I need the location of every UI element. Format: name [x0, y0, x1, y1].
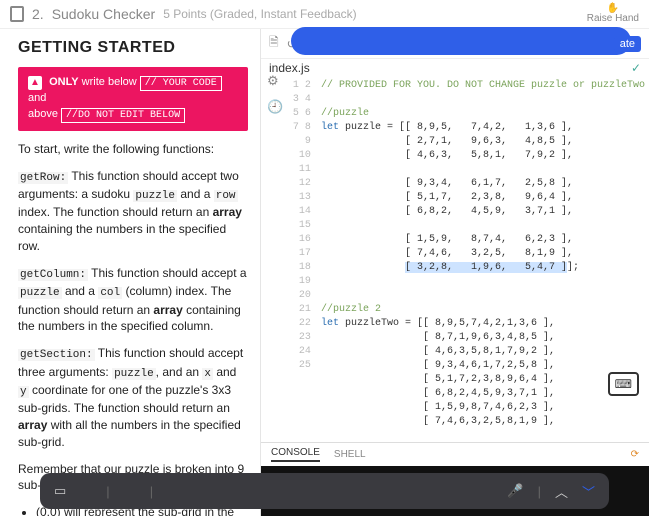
partial-button[interactable]: ate	[614, 36, 641, 52]
divider: |	[106, 484, 109, 499]
tab-console[interactable]: CONSOLE	[271, 447, 320, 462]
document-icon	[10, 6, 24, 22]
heading-getting-started: GETTING STARTED	[18, 37, 248, 59]
annotation-scribble	[291, 27, 631, 55]
top-bar: 2. Sudoku Checker 5 Points (Graded, Inst…	[0, 0, 649, 29]
warning-banner: ▲ ONLY write below // YOUR CODE and abov…	[18, 67, 248, 130]
tab-shell[interactable]: SHELL	[334, 449, 366, 460]
warning-icon: ▲	[28, 76, 42, 90]
intro-text: To start, write the following functions:	[18, 141, 248, 158]
side-toolbar: ⚙ 🕘	[267, 73, 283, 115]
mic-icon[interactable]: 🎤	[507, 483, 523, 499]
line-gutter: 1 2 3 4 5 6 7 8 9 10 11 12 13 14 15 16 1…	[287, 77, 317, 442]
main-split: GETTING STARTED ▲ ONLY write below // YO…	[0, 29, 649, 516]
assignment-number: 2.	[32, 6, 44, 22]
card-icon[interactable]: ▭	[54, 483, 66, 499]
raise-hand-button[interactable]: ✋Raise Hand	[587, 4, 639, 24]
code-pane: 🗎 ↺ ate index.js ✓ ⚙ 🕘 1 2 3 4 5 6 7 8 9…	[260, 29, 649, 516]
divider: |	[150, 484, 153, 499]
getcolumn-desc: getColumn: This function should accept a…	[18, 265, 248, 335]
keyboard-icon[interactable]: ⌨	[608, 372, 639, 396]
code-snip-your-code: // YOUR CODE	[140, 76, 222, 91]
code-snip-do-not-edit: //DO NOT EDIT BELOW	[61, 108, 185, 123]
refresh-icon[interactable]: ⟳	[631, 449, 639, 460]
highlighted-line: [ 3,2,8, 1,9,6, 5,4,7 ]	[405, 262, 567, 273]
getsection-desc: getSection: This function should accept …	[18, 345, 248, 451]
code-editor[interactable]: 1 2 3 4 5 6 7 8 9 10 11 12 13 14 15 16 1…	[261, 77, 649, 442]
code-content[interactable]: // PROVIDED FOR YOU. DO NOT CHANGE puzzl…	[317, 77, 649, 442]
chevron-up-icon[interactable]: ︿	[555, 482, 568, 501]
clock-icon[interactable]: 🕘	[267, 99, 283, 115]
getrow-desc: getRow: This function should accept two …	[18, 168, 248, 255]
points-label: 5 Points (Graded, Instant Feedback)	[163, 7, 356, 21]
console-tabs: CONSOLE SHELL ⟳	[261, 443, 649, 466]
assignment-title: Sudoku Checker	[52, 6, 156, 22]
bottom-dock: ▭ | | 🎤 | ︿ ﹀	[40, 473, 609, 509]
divider: |	[538, 484, 541, 499]
settings-icon[interactable]: ⚙	[267, 73, 283, 89]
chevron-down-icon[interactable]: ﹀	[582, 482, 595, 501]
instructions-pane: GETTING STARTED ▲ ONLY write below // YO…	[0, 29, 260, 516]
check-icon: ✓	[631, 61, 641, 75]
tab-row: index.js ✓	[261, 59, 649, 77]
document-icon[interactable]: 🗎	[269, 33, 279, 54]
